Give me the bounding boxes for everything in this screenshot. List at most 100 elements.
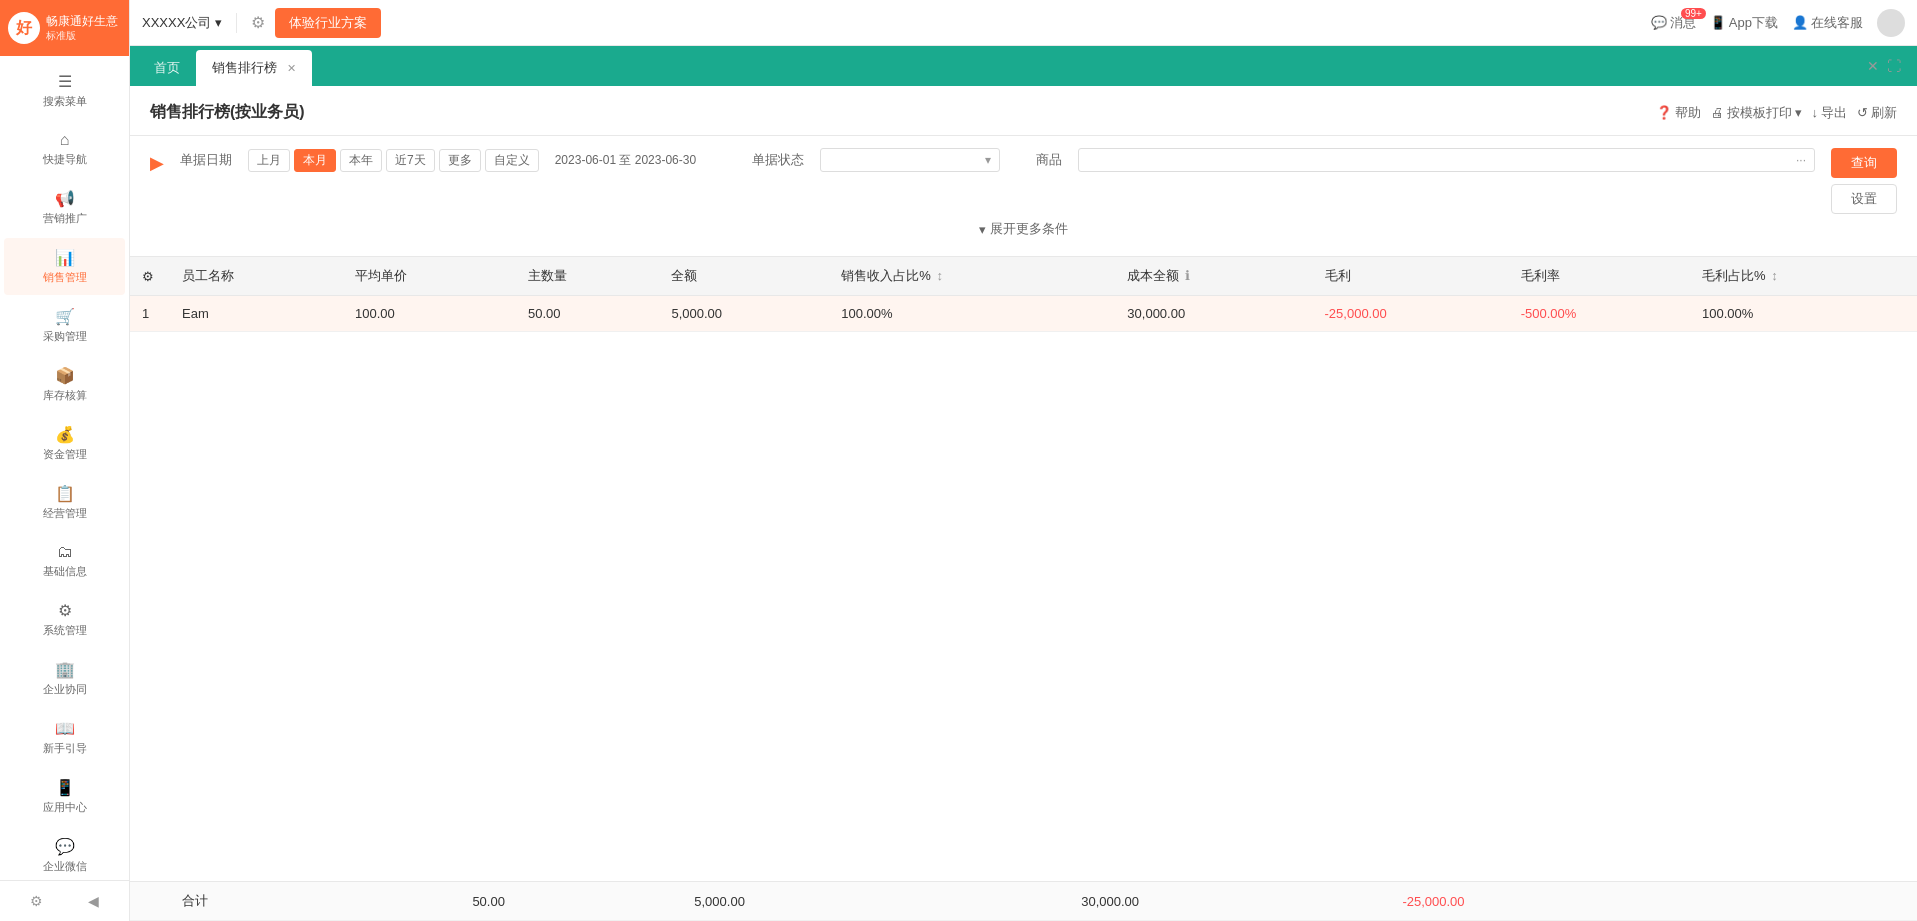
search-order-icon: ☰ xyxy=(58,72,72,91)
sidebar-item-finance[interactable]: 💰资金管理 xyxy=(4,415,125,472)
date-label: 单据日期 xyxy=(180,151,232,169)
summary-gross-pct xyxy=(1823,882,1917,921)
th-gross-pct: 毛利占比% ↕ xyxy=(1690,257,1917,296)
main-area: XXXXX公司 ▾ ⚙ 体验行业方案 💬 消息 99+ 📱 App下载 👤 在线… xyxy=(130,0,1917,921)
content-area: 销售排行榜(按业务员) ❓ 帮助 🖨 按模板打印 ▾ ↓ 导出 xyxy=(130,86,1917,921)
cost-help-icon[interactable]: ℹ xyxy=(1185,268,1190,283)
th-sales-pct: 销售收入占比% ↕ xyxy=(829,257,1115,296)
refresh-icon: ↺ xyxy=(1857,105,1868,120)
sidebar-item-sys-mgmt[interactable]: ⚙系统管理 xyxy=(4,591,125,648)
goods-label: 商品 xyxy=(1036,151,1062,169)
row-amount: 5,000.00 xyxy=(659,296,829,332)
export-icon: ↓ xyxy=(1812,105,1819,120)
th-gross-rate: 毛利率 xyxy=(1509,257,1690,296)
sidebar-collapse-btn[interactable]: ◀ xyxy=(84,889,103,913)
print-btn[interactable]: 🖨 按模板打印 ▾ xyxy=(1711,104,1802,122)
logo-icon: 好 xyxy=(16,18,32,39)
topbar-right: 💬 消息 99+ 📱 App下载 👤 在线客服 xyxy=(1651,9,1905,37)
sidebar-item-app-center[interactable]: 📱应用中心 xyxy=(4,768,125,825)
window-maximize-btn[interactable]: ⛶ xyxy=(1887,58,1901,74)
date-btn-近7天[interactable]: 近7天 xyxy=(386,149,435,172)
row-rank: 1 xyxy=(130,296,170,332)
th-name: 员工名称 xyxy=(170,257,343,296)
th-avg-price: 平均单价 xyxy=(343,257,516,296)
company-name: XXXXX公司 xyxy=(142,14,211,32)
status-select[interactable]: ▾ xyxy=(820,148,1000,172)
message-badge: 99+ xyxy=(1681,8,1706,19)
summary-avg-price xyxy=(366,882,460,921)
sidebar: 好 畅康通好生意 标准版 ☰搜索菜单⌂快捷导航📢营销推广📊销售管理🛒采购管理📦库… xyxy=(0,0,130,921)
filter-expand-icon[interactable]: ▶ xyxy=(150,152,164,174)
filter-area: ▶ 单据日期 上月本月本年近7天更多自定义 2023-06-01 至 2023-… xyxy=(130,136,1917,257)
table-body: 1 Eam 100.00 50.00 5,000.00 100.00% 30,0… xyxy=(130,296,1917,332)
purchase-mgmt-icon: 🛒 xyxy=(55,307,75,326)
row-name: Eam xyxy=(170,296,343,332)
row-sales-pct: 100.00% xyxy=(829,296,1115,332)
sidebar-footer: ⚙ ◀ xyxy=(0,880,129,921)
date-btn-自定义[interactable]: 自定义 xyxy=(485,149,539,172)
inventory-icon: 📦 xyxy=(55,366,75,385)
enterprise-wechat-icon: 💬 xyxy=(55,837,75,856)
sidebar-item-search-order[interactable]: ☰搜索菜单 xyxy=(4,62,125,119)
query-btn[interactable]: 查询 xyxy=(1831,148,1897,178)
row-gross-rate: -500.00% xyxy=(1509,296,1690,332)
row-gross-pct: 100.00% xyxy=(1690,296,1917,332)
print-dropdown-icon: ▾ xyxy=(1795,105,1802,120)
settings-btn[interactable]: 设置 xyxy=(1831,184,1897,214)
sidebar-logo: 好 xyxy=(8,12,40,44)
expand-chevron-icon: ▾ xyxy=(979,222,986,237)
tab-home[interactable]: 首页 xyxy=(138,50,196,86)
sidebar-settings-btn[interactable]: ⚙ xyxy=(26,889,47,913)
topbar-settings-btn[interactable]: ⚙ xyxy=(251,13,265,32)
trial-btn[interactable]: 体验行业方案 xyxy=(275,8,381,38)
tab-close-icon[interactable]: ✕ xyxy=(287,62,296,75)
date-btn-更多[interactable]: 更多 xyxy=(439,149,481,172)
date-btn-本年[interactable]: 本年 xyxy=(340,149,382,172)
export-btn[interactable]: ↓ 导出 xyxy=(1812,104,1848,122)
window-close-btn[interactable]: ✕ xyxy=(1867,58,1879,74)
gross-pct-sort-icon[interactable]: ↕ xyxy=(1771,268,1778,283)
sidebar-nav: ☰搜索菜单⌂快捷导航📢营销推广📊销售管理🛒采购管理📦库存核算💰资金管理📋经营管理… xyxy=(0,56,129,880)
date-buttons: 上月本月本年近7天更多自定义 xyxy=(248,149,539,172)
date-btn-本月[interactable]: 本月 xyxy=(294,149,336,172)
sidebar-header: 好 畅康通好生意 标准版 xyxy=(0,0,129,56)
refresh-btn[interactable]: ↺ 刷新 xyxy=(1857,104,1897,122)
help-btn[interactable]: ❓ 帮助 xyxy=(1656,104,1701,122)
sales-pct-sort-icon[interactable]: ↕ xyxy=(936,268,943,283)
sidebar-item-inventory[interactable]: 📦库存核算 xyxy=(4,356,125,413)
goods-select[interactable]: ··· xyxy=(1078,148,1815,172)
summary-amount: 5,000.00 xyxy=(682,882,975,921)
expand-more-btn[interactable]: ▾ 展开更多条件 xyxy=(150,214,1897,244)
message-icon: 💬 xyxy=(1651,15,1667,30)
tab-sales-rank[interactable]: 销售排行榜 ✕ xyxy=(196,50,312,86)
sidebar-item-quick-nav[interactable]: ⌂快捷导航 xyxy=(4,121,125,177)
th-cost: 成本全额 ℹ xyxy=(1115,257,1312,296)
sidebar-item-basic-info[interactable]: 🗂基础信息 xyxy=(4,533,125,589)
app-download-btn[interactable]: 📱 App下载 xyxy=(1710,14,1778,32)
topbar-divider xyxy=(236,13,237,33)
message-btn[interactable]: 💬 消息 99+ xyxy=(1651,14,1696,32)
sidebar-item-enterprise[interactable]: 🏢企业协同 xyxy=(4,650,125,707)
help-icon: ❓ xyxy=(1656,105,1672,120)
company-selector[interactable]: XXXXX公司 ▾ xyxy=(142,14,222,32)
sidebar-item-guide[interactable]: 📖新手引导 xyxy=(4,709,125,766)
table-header-row: ⚙ 员工名称 平均单价 主数量 全额 销售收入占比% ↕ 成本全额 ℹ 毛利 毛… xyxy=(130,257,1917,296)
th-gross: 毛利 xyxy=(1313,257,1509,296)
sidebar-item-enterprise-wechat[interactable]: 💬企业微信 xyxy=(4,827,125,880)
sidebar-item-purchase-mgmt[interactable]: 🛒采购管理 xyxy=(4,297,125,354)
page-title: 销售排行榜(按业务员) xyxy=(150,102,305,123)
sidebar-item-marketing[interactable]: 📢营销推广 xyxy=(4,179,125,236)
sidebar-item-operation[interactable]: 📋经营管理 xyxy=(4,474,125,531)
date-btn-上月[interactable]: 上月 xyxy=(248,149,290,172)
online-service-btn[interactable]: 👤 在线客服 xyxy=(1792,14,1863,32)
summary-table: 合计 50.00 5,000.00 30,000.00 -25,000.00 xyxy=(130,882,1917,921)
row-qty: 50.00 xyxy=(516,296,659,332)
table-footer: 合计 50.00 5,000.00 30,000.00 -25,000.00 xyxy=(130,881,1917,921)
user-avatar[interactable] xyxy=(1877,9,1905,37)
th-amount: 全额 xyxy=(659,257,829,296)
sidebar-item-sales-mgmt[interactable]: 📊销售管理 xyxy=(4,238,125,295)
header-actions: ❓ 帮助 🖨 按模板打印 ▾ ↓ 导出 ↺ 刷新 xyxy=(1656,104,1898,122)
table-container: ⚙ 员工名称 平均单价 主数量 全额 销售收入占比% ↕ 成本全额 ℹ 毛利 毛… xyxy=(130,257,1917,881)
th-settings[interactable]: ⚙ xyxy=(130,257,170,296)
guide-icon: 📖 xyxy=(55,719,75,738)
